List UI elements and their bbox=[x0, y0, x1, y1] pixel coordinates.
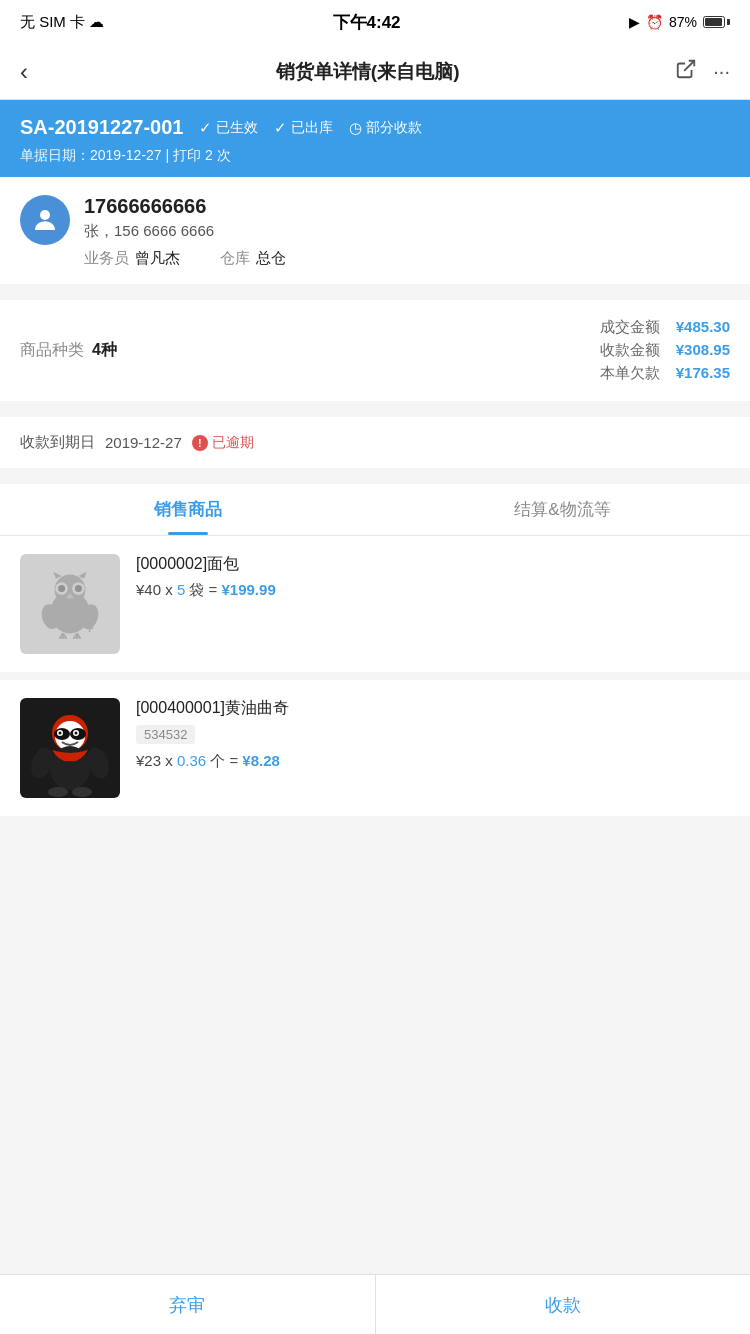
product-info-bread: [0000002]面包 ¥40 x 5 袋 = ¥199.99 bbox=[136, 554, 730, 600]
badge-partial-payment: ◷ 部分收款 bbox=[349, 119, 422, 137]
collect-payment-label: 收款 bbox=[545, 1293, 581, 1317]
divider-2 bbox=[0, 409, 750, 417]
sim-status: 无 SIM 卡 ☁ bbox=[20, 13, 104, 32]
bottom-spacer bbox=[0, 824, 750, 894]
warehouse-info: 仓库 总仓 bbox=[220, 249, 286, 268]
divider-1 bbox=[0, 292, 750, 300]
product-price-cookie: ¥23 x 0.36 个 = ¥8.28 bbox=[136, 752, 730, 771]
badge-effective: ✓ 已生效 bbox=[199, 119, 258, 137]
outstanding-label: 本单欠款 bbox=[600, 364, 660, 383]
cancel-review-label: 弃审 bbox=[169, 1293, 205, 1317]
received-label: 收款金额 bbox=[600, 341, 660, 360]
tab-settlement[interactable]: 结算&物流等 bbox=[375, 484, 750, 535]
product-qty-bread: 5 bbox=[177, 581, 185, 598]
svg-marker-10 bbox=[78, 572, 86, 579]
order-id: SA-20191227-001 bbox=[20, 116, 183, 139]
svg-point-26 bbox=[59, 732, 62, 735]
transaction-value: ¥485.30 bbox=[676, 318, 730, 337]
amount-stats: 成交金额 ¥485.30 收款金额 ¥308.95 本单欠款 ¥176.35 bbox=[600, 318, 730, 383]
page-title: 销货单详情(来自电脑) bbox=[276, 59, 460, 85]
battery-percent: 87% bbox=[669, 14, 697, 30]
product-item: [000400001]黄油曲奇 534532 ¥23 x 0.36 个 = ¥8… bbox=[0, 680, 750, 816]
back-button[interactable]: ‹ bbox=[20, 58, 60, 86]
stats-section: 商品种类 4种 成交金额 ¥485.30 收款金额 ¥308.95 本单欠款 ¥… bbox=[0, 300, 750, 401]
product-info-cookie: [000400001]黄油曲奇 534532 ¥23 x 0.36 个 = ¥8… bbox=[136, 698, 730, 771]
divider-3 bbox=[0, 476, 750, 484]
svg-point-31 bbox=[48, 787, 68, 797]
received-amount-row: 收款金额 ¥308.95 bbox=[600, 341, 730, 360]
customer-info: 17666666666 张，156 6666 6666 业务员 曾凡杰 仓库 总… bbox=[84, 195, 730, 268]
salesperson-label: 业务员 bbox=[84, 249, 129, 268]
product-list: + [0000002]面包 ¥40 x 5 袋 = ¥199.99 bbox=[0, 536, 750, 816]
product-total-bread: ¥199.99 bbox=[222, 581, 276, 598]
product-item: + [0000002]面包 ¥40 x 5 袋 = ¥199.99 bbox=[0, 536, 750, 672]
due-label: 收款到期日 bbox=[20, 433, 95, 452]
overdue-icon: ! bbox=[192, 435, 208, 451]
nav-actions: ··· bbox=[675, 58, 730, 85]
product-sku-cookie: 534532 bbox=[136, 725, 195, 744]
tab-sales-products[interactable]: 销售商品 bbox=[0, 484, 375, 535]
customer-section: 17666666666 张，156 6666 6666 业务员 曾凡杰 仓库 总… bbox=[0, 177, 750, 284]
status-left: 无 SIM 卡 ☁ bbox=[20, 13, 104, 32]
salesperson-info: 业务员 曾凡杰 bbox=[84, 249, 180, 268]
collect-payment-button[interactable]: 收款 bbox=[376, 1275, 751, 1334]
svg-line-0 bbox=[684, 61, 694, 71]
cancel-review-button[interactable]: 弃审 bbox=[0, 1275, 376, 1334]
customer-avatar bbox=[20, 195, 70, 245]
customer-name-phone: 张，156 6666 6666 bbox=[84, 222, 730, 241]
payment-due-section: 收款到期日 2019-12-27 ! 已逾期 bbox=[0, 417, 750, 468]
customer-id: 17666666666 bbox=[84, 195, 730, 218]
location-icon: ▶ bbox=[629, 14, 640, 30]
check-icon-effective: ✓ bbox=[199, 119, 212, 137]
transaction-label: 成交金额 bbox=[600, 318, 660, 337]
product-price-bread: ¥40 x 5 袋 = ¥199.99 bbox=[136, 581, 730, 600]
svg-point-32 bbox=[72, 787, 92, 797]
received-value: ¥308.95 bbox=[676, 341, 730, 360]
check-icon-shipped: ✓ bbox=[274, 119, 287, 137]
svg-text:+: + bbox=[85, 620, 93, 636]
badge-shipped: ✓ 已出库 bbox=[274, 119, 333, 137]
salesperson-value: 曾凡杰 bbox=[135, 249, 180, 268]
order-header-banner: SA-20191227-001 ✓ 已生效 ✓ 已出库 ◷ 部分收款 单据日期：… bbox=[0, 100, 750, 177]
warehouse-value: 总仓 bbox=[256, 249, 286, 268]
status-time: 下午4:42 bbox=[333, 11, 401, 34]
product-qty-cookie: 0.36 bbox=[177, 752, 206, 769]
overdue-badge: ! 已逾期 bbox=[192, 434, 254, 452]
tabs-container: 销售商品 结算&物流等 bbox=[0, 484, 750, 536]
warehouse-label: 仓库 bbox=[220, 249, 250, 268]
alarm-icon: ⏰ bbox=[646, 14, 663, 30]
share-button[interactable] bbox=[675, 58, 697, 85]
bottom-bar: 弃审 收款 bbox=[0, 1274, 750, 1334]
clock-icon: ◷ bbox=[349, 119, 362, 137]
svg-point-1 bbox=[40, 210, 50, 220]
outstanding-value: ¥176.35 bbox=[676, 364, 730, 383]
category-count: 4种 bbox=[92, 340, 117, 361]
product-image-cookie bbox=[20, 698, 120, 798]
product-category-stat: 商品种类 4种 bbox=[20, 318, 117, 383]
product-total-cookie: ¥8.28 bbox=[242, 752, 280, 769]
svg-marker-9 bbox=[53, 572, 61, 579]
order-sub-info: 单据日期：2019-12-27 | 打印 2 次 bbox=[20, 147, 730, 165]
status-bar: 无 SIM 卡 ☁ 下午4:42 ▶ ⏰ 87% bbox=[0, 0, 750, 44]
svg-point-27 bbox=[75, 732, 78, 735]
product-name-cookie: [000400001]黄油曲奇 bbox=[136, 698, 730, 719]
overdue-text: 已逾期 bbox=[212, 434, 254, 452]
due-date: 2019-12-27 bbox=[105, 434, 182, 451]
svg-point-7 bbox=[75, 585, 82, 592]
product-name-bread: [0000002]面包 bbox=[136, 554, 730, 575]
tab-active-indicator bbox=[168, 532, 208, 535]
transaction-amount-row: 成交金额 ¥485.30 bbox=[600, 318, 730, 337]
svg-point-6 bbox=[58, 585, 65, 592]
battery-icon bbox=[703, 16, 730, 28]
status-right: ▶ ⏰ 87% bbox=[629, 14, 730, 30]
nav-bar: ‹ 销货单详情(来自电脑) ··· bbox=[0, 44, 750, 100]
category-label: 商品种类 bbox=[20, 340, 84, 361]
product-image-bread: + bbox=[20, 554, 120, 654]
more-button[interactable]: ··· bbox=[713, 60, 730, 83]
customer-meta: 业务员 曾凡杰 仓库 总仓 bbox=[84, 249, 730, 268]
outstanding-amount-row: 本单欠款 ¥176.35 bbox=[600, 364, 730, 383]
